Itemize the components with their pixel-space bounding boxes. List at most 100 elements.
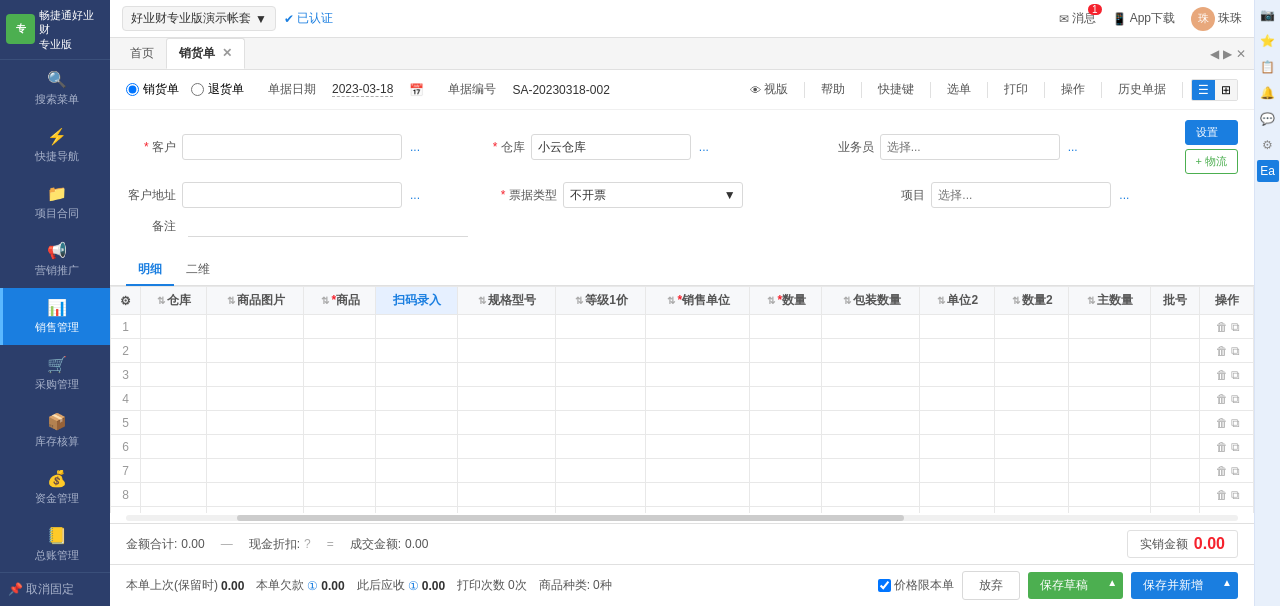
add-product-btn[interactable]: + 物流 [1185,149,1238,174]
row-delete-icon[interactable]: 🗑 [1216,392,1228,406]
app-download-action[interactable]: 📱 App下载 [1112,10,1175,27]
scroll-thumb[interactable] [237,515,904,521]
cell[interactable] [555,387,646,411]
cell[interactable] [457,435,555,459]
cell[interactable] [206,483,304,507]
row-delete-icon[interactable]: 🗑 [1216,440,1228,454]
row-copy-icon[interactable]: ⧉ [1231,488,1240,502]
customer-addr-ellipsis[interactable]: ... [410,188,420,202]
cell[interactable] [822,435,920,459]
cell[interactable] [919,387,994,411]
col-settings[interactable]: ⚙ [111,287,141,315]
row-copy-icon[interactable]: ⧉ [1231,464,1240,478]
customer-input[interactable] [182,134,402,160]
cell[interactable] [206,387,304,411]
cell[interactable] [750,483,822,507]
cell[interactable] [304,315,376,339]
col-grade-price[interactable]: ⇅等级1价 [555,287,646,315]
sidebar-unpin[interactable]: 📌 取消固定 [0,572,110,606]
cell[interactable] [750,435,822,459]
warehouse-input[interactable] [531,134,691,160]
cell[interactable] [919,483,994,507]
list-view-btn[interactable]: ☰ [1192,80,1215,100]
sidebar-item-capital[interactable]: 💰 资金管理 [0,459,110,516]
cell[interactable] [994,411,1069,435]
toolbar-print-btn[interactable]: 打印 [996,78,1036,101]
sidebar-item-marketing[interactable]: 📢 营销推广 [0,231,110,288]
col-main-qty[interactable]: ⇅主数量 [1069,287,1151,315]
right-panel-btn-5[interactable]: 💬 [1257,108,1279,130]
cell[interactable] [1069,315,1151,339]
invoice-type-select[interactable]: 不开票 ▼ [563,182,743,208]
sidebar-item-project[interactable]: 📁 项目合同 [0,174,110,231]
cell[interactable] [646,315,750,339]
col-unit2[interactable]: ⇅单位2 [919,287,994,315]
cell[interactable] [206,435,304,459]
cell[interactable] [304,387,376,411]
cell[interactable] [457,315,555,339]
row-delete-icon[interactable]: 🗑 [1216,416,1228,430]
toolbar-shortcut-btn[interactable]: 快捷键 [870,78,922,101]
cell[interactable] [141,483,207,507]
right-panel-btn-1[interactable]: 📷 [1257,4,1279,26]
doc-date-value[interactable]: 2023-03-18 [332,82,393,97]
cell[interactable] [555,411,646,435]
cell[interactable] [376,315,458,339]
help-icon[interactable]: ? [304,537,311,551]
cell[interactable] [141,339,207,363]
cell[interactable] [919,339,994,363]
toolbar-select-btn[interactable]: 选单 [939,78,979,101]
cell[interactable] [646,387,750,411]
cell[interactable] [646,411,750,435]
cell[interactable] [1069,387,1151,411]
price-limit-checkbox[interactable]: 价格限本单 [878,577,954,594]
cell[interactable] [206,339,304,363]
col-qty2[interactable]: ⇅数量2 [994,287,1069,315]
tab-sales-order[interactable]: 销货单 ✕ [166,38,245,69]
row-delete-icon[interactable]: 🗑 [1216,464,1228,478]
cell[interactable] [994,459,1069,483]
messages-action[interactable]: ✉ 1 消息 [1059,10,1096,27]
col-batch-import[interactable]: 扫码录入 [376,287,458,315]
row-copy-icon[interactable]: ⧉ [1231,440,1240,454]
salesperson-ellipsis[interactable]: ... [1068,140,1078,154]
cell[interactable] [750,315,822,339]
tab-detail[interactable]: 明细 [126,255,174,286]
cell[interactable] [555,435,646,459]
user-action[interactable]: 珠 珠珠 [1191,7,1242,31]
calendar-icon[interactable]: 📅 [409,83,424,97]
cell[interactable] [555,483,646,507]
right-panel-btn-7[interactable]: Ea [1257,160,1279,182]
cell[interactable] [994,435,1069,459]
tab-prev-icon[interactable]: ◀ [1210,47,1219,61]
toolbar-view-btn[interactable]: 👁 视版 [742,78,796,101]
cell[interactable] [457,459,555,483]
cell[interactable] [822,459,920,483]
row-delete-icon[interactable]: 🗑 [1216,344,1228,358]
col-product-img[interactable]: ⇅商品图片 [206,287,304,315]
row-copy-icon[interactable]: ⧉ [1231,416,1240,430]
cell[interactable] [919,363,994,387]
cell[interactable] [141,315,207,339]
cell[interactable] [304,483,376,507]
cell[interactable] [822,339,920,363]
cell[interactable] [750,339,822,363]
cell[interactable] [376,483,458,507]
cell[interactable] [646,483,750,507]
right-panel-btn-3[interactable]: 📋 [1257,56,1279,78]
cell[interactable] [994,363,1069,387]
cell[interactable] [141,435,207,459]
cell[interactable] [646,339,750,363]
salesperson-input[interactable] [880,134,1060,160]
cell[interactable] [457,387,555,411]
cell[interactable] [994,339,1069,363]
cell[interactable] [457,411,555,435]
settings-btn[interactable]: 设置 [1185,120,1238,145]
cell[interactable] [1069,483,1151,507]
col-spec[interactable]: ⇅规格型号 [457,287,555,315]
cell[interactable] [750,387,822,411]
tab-home[interactable]: 首页 [118,39,166,68]
toolbar-history-btn[interactable]: 历史单据 [1110,78,1174,101]
cell[interactable] [750,411,822,435]
cell[interactable] [822,387,920,411]
